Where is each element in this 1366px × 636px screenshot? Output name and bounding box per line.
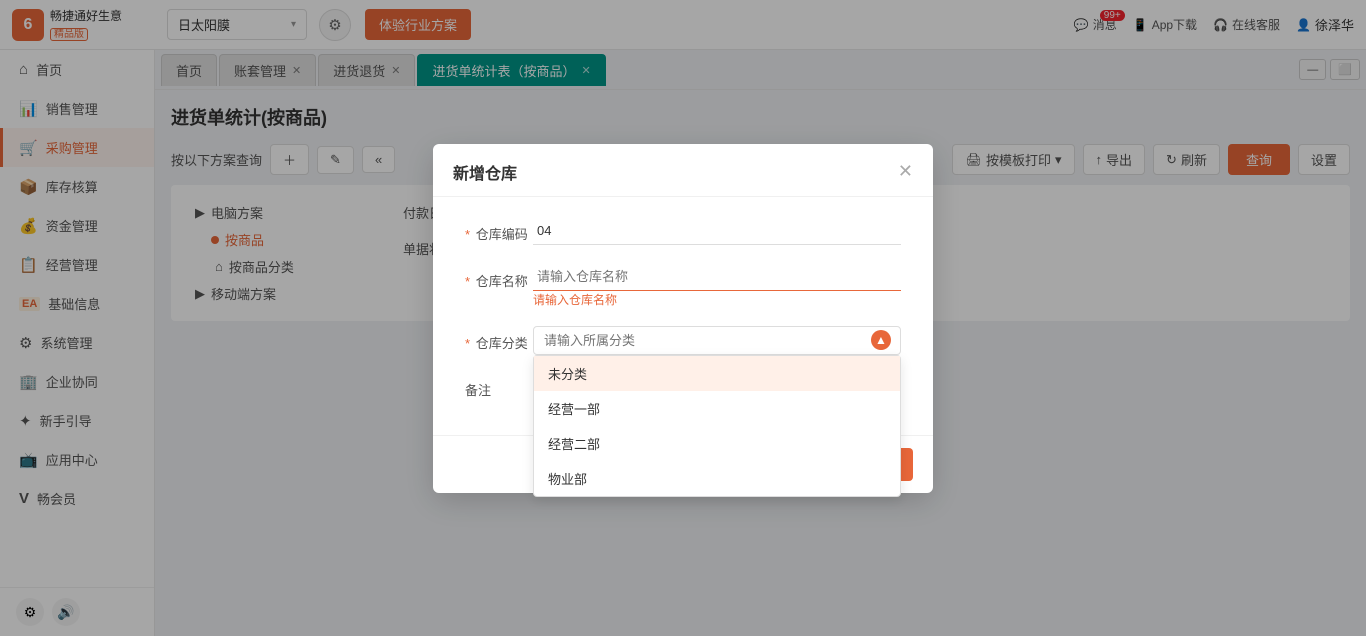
code-field-row: * 仓库编码 bbox=[465, 217, 901, 245]
add-warehouse-modal: 新增仓库 ✕ * 仓库编码 * 仓库名称 bbox=[433, 144, 933, 493]
notes-label: 备注 bbox=[465, 373, 533, 399]
dropdown-item-dept1[interactable]: 经营一部 bbox=[534, 391, 900, 426]
modal-title: 新增仓库 bbox=[453, 160, 517, 184]
dropdown-item-unclassified[interactable]: 未分类 bbox=[534, 356, 900, 391]
name-error-message: 请输入仓库名称 bbox=[533, 291, 617, 308]
name-field-row: * 仓库名称 请输入仓库名称 bbox=[465, 263, 901, 308]
category-field-row: * 仓库分类 ▲ 未分类 经营一部 经营二部 物业部 bbox=[465, 326, 901, 355]
dropdown-item-dept2[interactable]: 经营二部 bbox=[534, 426, 900, 461]
modal-header: 新增仓库 ✕ bbox=[433, 144, 933, 197]
dropdown-arrow-icon[interactable]: ▲ bbox=[871, 330, 891, 350]
modal-close-button[interactable]: ✕ bbox=[898, 161, 913, 182]
category-dropdown-list: 未分类 经营一部 经营二部 物业部 bbox=[533, 355, 901, 497]
category-label: * 仓库分类 bbox=[465, 326, 533, 352]
warehouse-code-input[interactable] bbox=[533, 217, 901, 245]
modal-body: * 仓库编码 * 仓库名称 请输入仓库名称 bbox=[433, 197, 933, 435]
modal-overlay: 新增仓库 ✕ * 仓库编码 * 仓库名称 bbox=[0, 0, 1366, 636]
category-input[interactable] bbox=[533, 326, 901, 355]
warehouse-name-input[interactable] bbox=[533, 263, 901, 291]
dropdown-item-dept3[interactable]: 物业部 bbox=[534, 461, 900, 496]
name-label: * 仓库名称 bbox=[465, 264, 533, 290]
code-label: * 仓库编码 bbox=[465, 217, 533, 243]
category-dropdown[interactable]: ▲ 未分类 经营一部 经营二部 物业部 bbox=[533, 326, 901, 355]
